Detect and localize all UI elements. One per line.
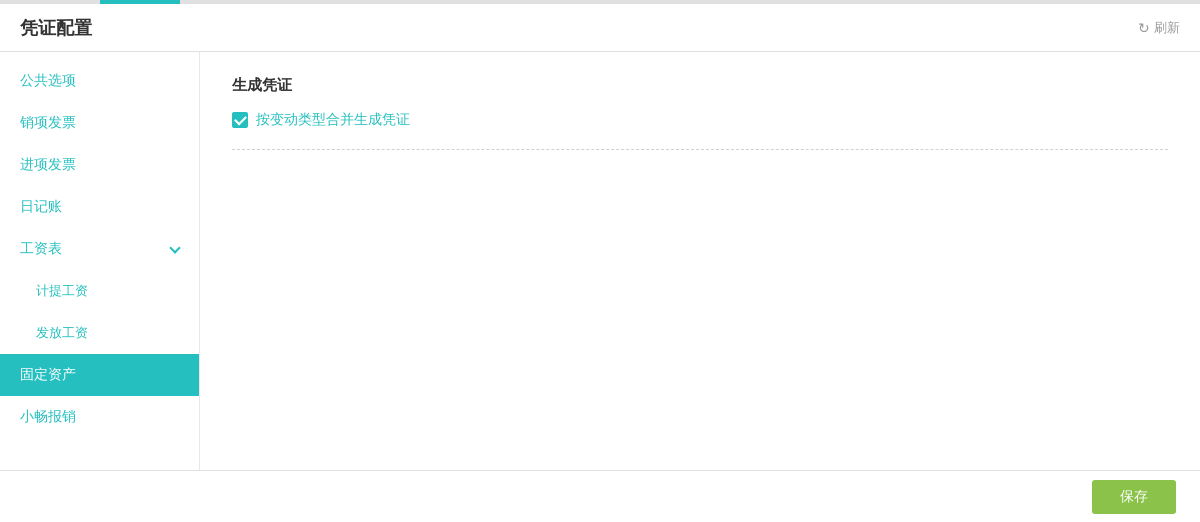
sidebar: 公共选项 销项发票 进项发票 日记账 工资表 计提工资 发放工资 固定资产 小畅… (0, 52, 200, 470)
checkbox-row: 按变动类型合并生成凭证 (232, 111, 1168, 129)
sidebar-item-label: 进项发票 (20, 156, 76, 174)
sidebar-item-issue-payroll[interactable]: 发放工资 (0, 312, 199, 354)
checkbox-label[interactable]: 按变动类型合并生成凭证 (256, 111, 410, 129)
sidebar-item-label: 销项发票 (20, 114, 76, 132)
page-header: 凭证配置 ↻ 刷新 (0, 4, 1200, 52)
sidebar-item-label: 工资表 (20, 240, 62, 258)
refresh-button[interactable]: ↻ 刷新 (1138, 19, 1180, 37)
page-footer: 保存 (0, 470, 1200, 522)
sidebar-item-payroll-table[interactable]: 工资表 (0, 228, 199, 270)
chevron-down-icon (169, 242, 180, 253)
sidebar-item-label: 计提工资 (36, 282, 88, 300)
sidebar-item-public-options[interactable]: 公共选项 (0, 60, 199, 102)
sidebar-item-purchase-invoice[interactable]: 进项发票 (0, 144, 199, 186)
refresh-icon: ↻ (1138, 20, 1150, 36)
save-button[interactable]: 保存 (1092, 480, 1176, 514)
section-divider (232, 149, 1168, 150)
sidebar-item-calc-payroll[interactable]: 计提工资 (0, 270, 199, 312)
section-title: 生成凭证 (232, 76, 1168, 95)
sidebar-item-fixed-assets[interactable]: 固定资产 (0, 354, 199, 396)
sidebar-item-label: 固定资产 (20, 366, 76, 384)
content-area: 生成凭证 按变动类型合并生成凭证 (200, 52, 1200, 470)
main-layout: 公共选项 销项发票 进项发票 日记账 工资表 计提工资 发放工资 固定资产 小畅… (0, 52, 1200, 470)
sidebar-item-expense-report[interactable]: 小畅报销 (0, 396, 199, 438)
sidebar-item-journal[interactable]: 日记账 (0, 186, 199, 228)
sidebar-item-label: 发放工资 (36, 324, 88, 342)
refresh-label: 刷新 (1154, 19, 1180, 37)
page-title: 凭证配置 (20, 16, 92, 40)
sidebar-item-label: 小畅报销 (20, 408, 76, 426)
sidebar-item-label: 日记账 (20, 198, 62, 216)
sidebar-item-sales-invoice[interactable]: 销项发票 (0, 102, 199, 144)
top-accent-bar (0, 0, 1200, 4)
sidebar-item-label: 公共选项 (20, 72, 76, 90)
merge-checkbox[interactable] (232, 112, 248, 128)
